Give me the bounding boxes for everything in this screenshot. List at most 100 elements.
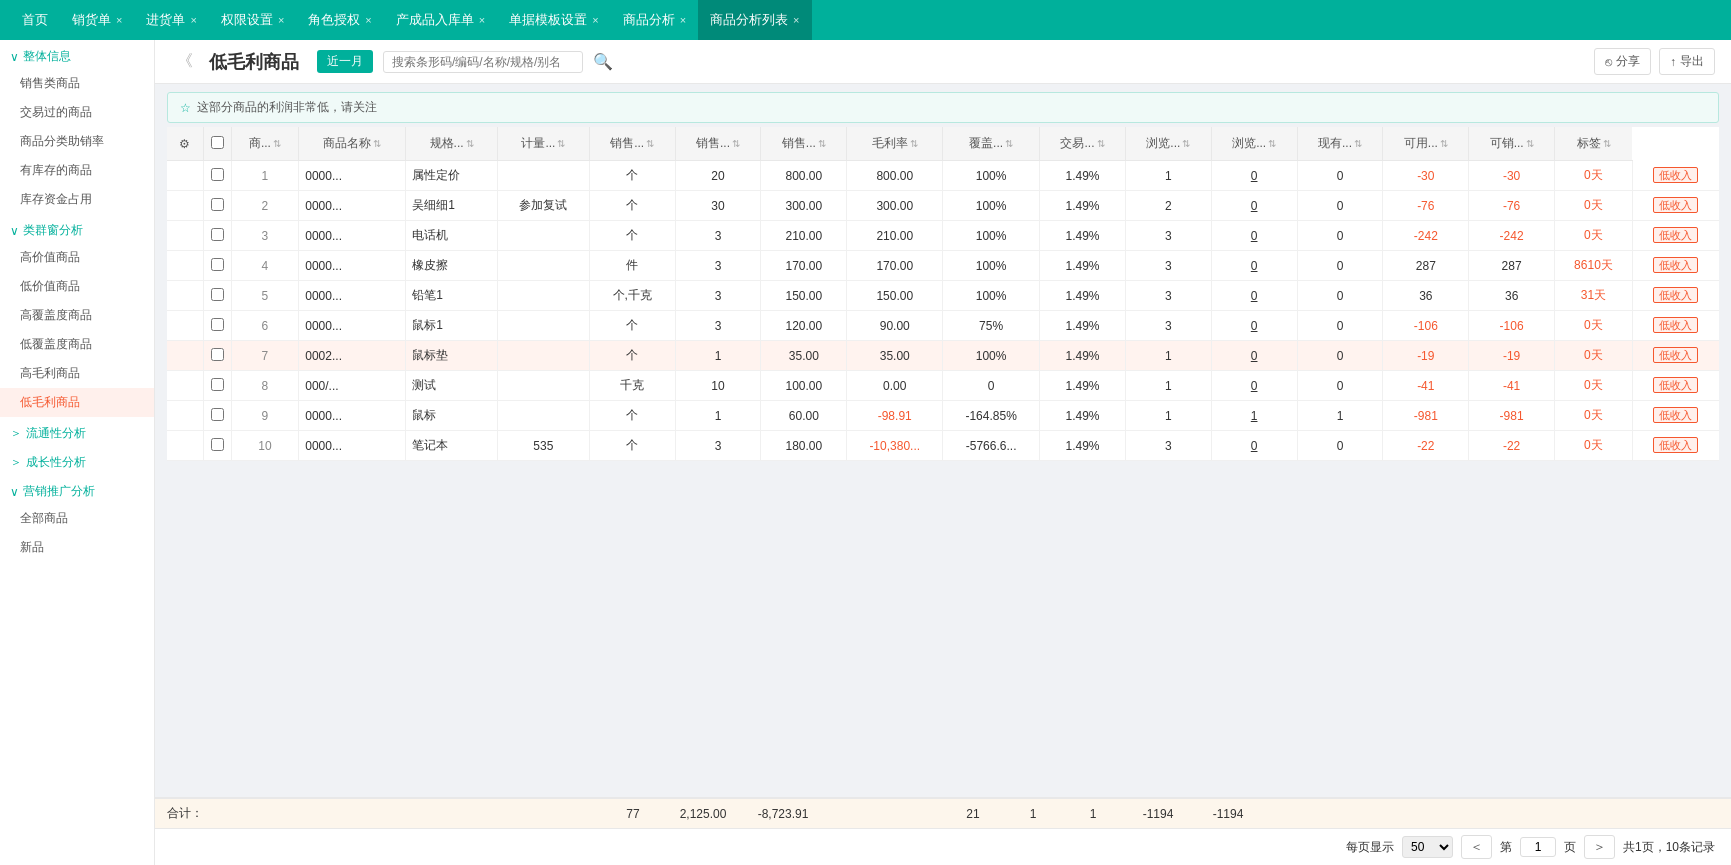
sidebar-item-traded-goods[interactable]: 交易过的商品: [0, 98, 154, 127]
row-select-checkbox[interactable]: [211, 378, 224, 391]
page-size-select[interactable]: 50 20 100: [1402, 836, 1453, 858]
row-select-checkbox[interactable]: [211, 318, 224, 331]
sidebar-item-category-rate[interactable]: 商品分类助销率: [0, 127, 154, 156]
sidebar-item-high-value[interactable]: 高价值商品: [0, 243, 154, 272]
col-spec[interactable]: 规格...⇅: [406, 127, 498, 161]
row-trade: 3: [1125, 431, 1211, 461]
sidebar-item-stock-capital[interactable]: 库存资金占用: [0, 185, 154, 214]
col-gross[interactable]: 毛利率⇅: [847, 127, 943, 161]
nav-permissions-close[interactable]: ×: [278, 14, 284, 26]
row-browse1[interactable]: 0: [1211, 191, 1297, 221]
row-checkbox[interactable]: [203, 311, 231, 341]
row-select-checkbox[interactable]: [211, 438, 224, 451]
row-browse1[interactable]: 0: [1211, 161, 1297, 191]
export-btn[interactable]: ↑ 导出: [1659, 48, 1715, 75]
table-container[interactable]: ⚙ 商...⇅ 商品名称⇅ 规格...⇅ 计量...⇅ 销售...⇅ 销售...…: [155, 127, 1731, 797]
col-available[interactable]: 可用...⇅: [1383, 127, 1469, 161]
row-select-checkbox[interactable]: [211, 288, 224, 301]
sidebar-item-low-margin[interactable]: 低毛利商品: [0, 388, 154, 417]
nav-purchase[interactable]: 进货单 ×: [134, 0, 208, 40]
sidebar-item-new-goods[interactable]: 新品: [0, 533, 154, 562]
row-checkbox[interactable]: [203, 251, 231, 281]
sidebar-group-circulation-title[interactable]: ＞ 流通性分析: [0, 417, 154, 446]
nav-sales[interactable]: 销货单 ×: [60, 0, 134, 40]
nav-home[interactable]: 首页: [10, 0, 60, 40]
nav-analysis-list[interactable]: 商品分析列表 ×: [698, 0, 811, 40]
row-browse1[interactable]: 0: [1211, 341, 1297, 371]
col-trade[interactable]: 交易...⇅: [1040, 127, 1126, 161]
row-browse1[interactable]: 0: [1211, 431, 1297, 461]
nav-purchase-close[interactable]: ×: [190, 14, 196, 26]
col-code[interactable]: 商...⇅: [231, 127, 299, 161]
nav-roles[interactable]: 角色授权 ×: [296, 0, 383, 40]
nav-permissions[interactable]: 权限设置 ×: [209, 0, 296, 40]
sidebar-item-all-goods[interactable]: 全部商品: [0, 504, 154, 533]
col-qty[interactable]: 销售...⇅: [589, 127, 675, 161]
col-saleable[interactable]: 可销...⇅: [1469, 127, 1555, 161]
collapse-sidebar-btn[interactable]: 《: [171, 51, 199, 72]
row-select-checkbox[interactable]: [211, 408, 224, 421]
share-btn[interactable]: ⎋ 分享: [1594, 48, 1651, 75]
search-button[interactable]: 🔍: [593, 52, 613, 71]
nav-sales-close[interactable]: ×: [116, 14, 122, 26]
nav-product-entry[interactable]: 产成品入库单 ×: [384, 0, 497, 40]
search-input[interactable]: [383, 51, 583, 73]
row-browse1[interactable]: 0: [1211, 311, 1297, 341]
col-unit[interactable]: 计量...⇅: [497, 127, 589, 161]
col-checkbox[interactable]: [203, 127, 231, 161]
row-price: 100.00: [761, 371, 847, 401]
row-available: -106: [1469, 311, 1555, 341]
col-sales[interactable]: 销售...⇅: [761, 127, 847, 161]
row-browse1[interactable]: 0: [1211, 371, 1297, 401]
nav-template-close[interactable]: ×: [592, 14, 598, 26]
row-checkbox[interactable]: [203, 161, 231, 191]
row-select-checkbox[interactable]: [211, 348, 224, 361]
sidebar-group-marketing-title[interactable]: ∨ 营销推广分析: [0, 475, 154, 504]
row-checkbox[interactable]: [203, 221, 231, 251]
sidebar-item-stock-goods[interactable]: 有库存的商品: [0, 156, 154, 185]
row-browse1[interactable]: 0: [1211, 281, 1297, 311]
row-select-checkbox[interactable]: [211, 168, 224, 181]
sidebar-item-high-margin[interactable]: 高毛利商品: [0, 359, 154, 388]
sidebar-item-high-coverage[interactable]: 高覆盖度商品: [0, 301, 154, 330]
sidebar-group-overall-title[interactable]: ∨ 整体信息: [0, 40, 154, 69]
nav-template[interactable]: 单据模板设置 ×: [497, 0, 610, 40]
sidebar-item-sales-goods[interactable]: 销售类商品: [0, 69, 154, 98]
row-checkbox[interactable]: [203, 431, 231, 461]
col-settings[interactable]: ⚙: [167, 127, 203, 161]
col-browse2[interactable]: 浏览...⇅: [1211, 127, 1297, 161]
col-browse1[interactable]: 浏览...⇅: [1125, 127, 1211, 161]
row-browse1[interactable]: 1: [1211, 401, 1297, 431]
col-tag[interactable]: 标签⇅: [1555, 127, 1633, 161]
row-checkbox[interactable]: [203, 371, 231, 401]
row-checkbox[interactable]: [203, 341, 231, 371]
row-select-checkbox[interactable]: [211, 258, 224, 271]
settings-icon[interactable]: ⚙: [179, 137, 190, 151]
row-select-checkbox[interactable]: [211, 228, 224, 241]
col-name[interactable]: 商品名称⇅: [299, 127, 406, 161]
row-checkbox[interactable]: [203, 191, 231, 221]
nav-analysis[interactable]: 商品分析 ×: [611, 0, 698, 40]
row-checkbox[interactable]: [203, 401, 231, 431]
sidebar-item-low-coverage[interactable]: 低覆盖度商品: [0, 330, 154, 359]
sidebar-item-low-value[interactable]: 低价值商品: [0, 272, 154, 301]
row-browse1[interactable]: 0: [1211, 251, 1297, 281]
nav-product-entry-close[interactable]: ×: [479, 14, 485, 26]
row-browse1[interactable]: 0: [1211, 221, 1297, 251]
nav-roles-close[interactable]: ×: [365, 14, 371, 26]
col-price[interactable]: 销售...⇅: [675, 127, 761, 161]
prev-page-btn[interactable]: ＜: [1461, 835, 1492, 859]
sidebar-group-growth-title[interactable]: ＞ 成长性分析: [0, 446, 154, 475]
nav-analysis-list-close[interactable]: ×: [793, 14, 799, 26]
next-page-btn[interactable]: ＞: [1584, 835, 1615, 859]
sidebar-group-cluster-title[interactable]: ∨ 类群窗分析: [0, 214, 154, 243]
select-all-checkbox[interactable]: [211, 136, 224, 149]
col-cover[interactable]: 覆盖...⇅: [943, 127, 1040, 161]
col-current[interactable]: 现有...⇅: [1297, 127, 1383, 161]
row-checkbox[interactable]: [203, 281, 231, 311]
row-select-checkbox[interactable]: [211, 198, 224, 211]
nav-analysis-close[interactable]: ×: [680, 14, 686, 26]
total-label: 合计：: [167, 805, 203, 822]
filter-period-btn[interactable]: 近一月: [317, 50, 373, 73]
page-number-input[interactable]: [1520, 837, 1556, 857]
